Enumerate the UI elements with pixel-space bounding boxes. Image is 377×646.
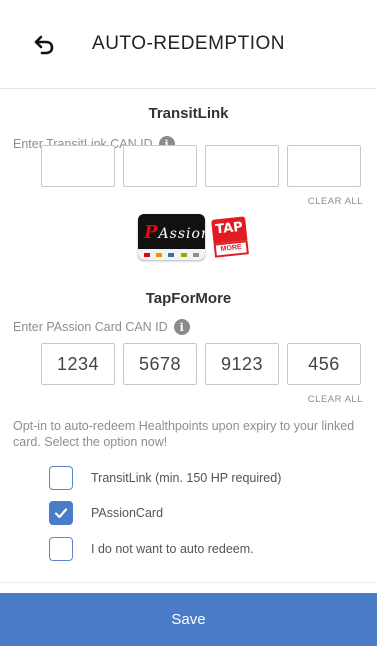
- app-header: AUTO-REDEMPTION: [0, 0, 377, 89]
- no-redeem-checkbox[interactable]: [49, 537, 73, 561]
- option-passioncard-label: PAssionCard: [91, 506, 164, 520]
- checkmark-icon: [54, 508, 68, 519]
- passion-card-logo-text: PAssion: [144, 222, 205, 243]
- transitlink-can-box-3[interactable]: [205, 145, 279, 187]
- passion-can-box-2[interactable]: 5678: [123, 343, 197, 385]
- page-title: AUTO-REDEMPTION: [92, 33, 285, 54]
- passion-can-label: Enter PAssion Card CAN ID i: [13, 319, 190, 335]
- card-logos: PAssion TAP MORE: [138, 214, 249, 260]
- tap-logo-bottom-text: MORE: [213, 240, 249, 258]
- passion-can-box-3[interactable]: 9123: [205, 343, 279, 385]
- passion-clear-all-button[interactable]: CLEAR ALL: [308, 394, 363, 405]
- option-passioncard[interactable]: PAssionCard: [49, 500, 163, 526]
- transitlink-can-box-1[interactable]: [41, 145, 115, 187]
- option-transitlink-label: TransitLink (min. 150 HP required): [91, 471, 282, 485]
- option-no-redeem-label: I do not want to auto redeem.: [91, 542, 254, 556]
- save-button[interactable]: Save: [0, 593, 377, 646]
- footer-divider: [0, 582, 377, 583]
- tapformore-logo: TAP MORE: [211, 216, 249, 258]
- transitlink-can-box-2[interactable]: [123, 145, 197, 187]
- transitlink-checkbox[interactable]: [49, 466, 73, 490]
- transitlink-clear-all-button[interactable]: CLEAR ALL: [308, 196, 363, 207]
- optin-description: Opt-in to auto-redeem Healthpoints upon …: [13, 419, 355, 449]
- passion-can-label-text: Enter PAssion Card CAN ID: [13, 320, 168, 334]
- option-no-redeem[interactable]: I do not want to auto redeem.: [49, 536, 254, 562]
- passion-can-box-1[interactable]: 1234: [41, 343, 115, 385]
- info-icon[interactable]: i: [173, 319, 190, 335]
- tapformore-section-title: TapForMore: [145, 290, 232, 307]
- passion-card-strip: [138, 249, 205, 260]
- passion-can-box-4[interactable]: 456: [287, 343, 361, 385]
- transitlink-section-title: TransitLink: [148, 105, 229, 122]
- option-transitlink[interactable]: TransitLink (min. 150 HP required): [49, 465, 281, 491]
- transitlink-can-box-4[interactable]: [287, 145, 361, 187]
- passioncard-checkbox[interactable]: [49, 501, 73, 525]
- passion-card-logo: PAssion: [138, 214, 205, 260]
- tap-logo-top-text: TAP: [211, 216, 248, 244]
